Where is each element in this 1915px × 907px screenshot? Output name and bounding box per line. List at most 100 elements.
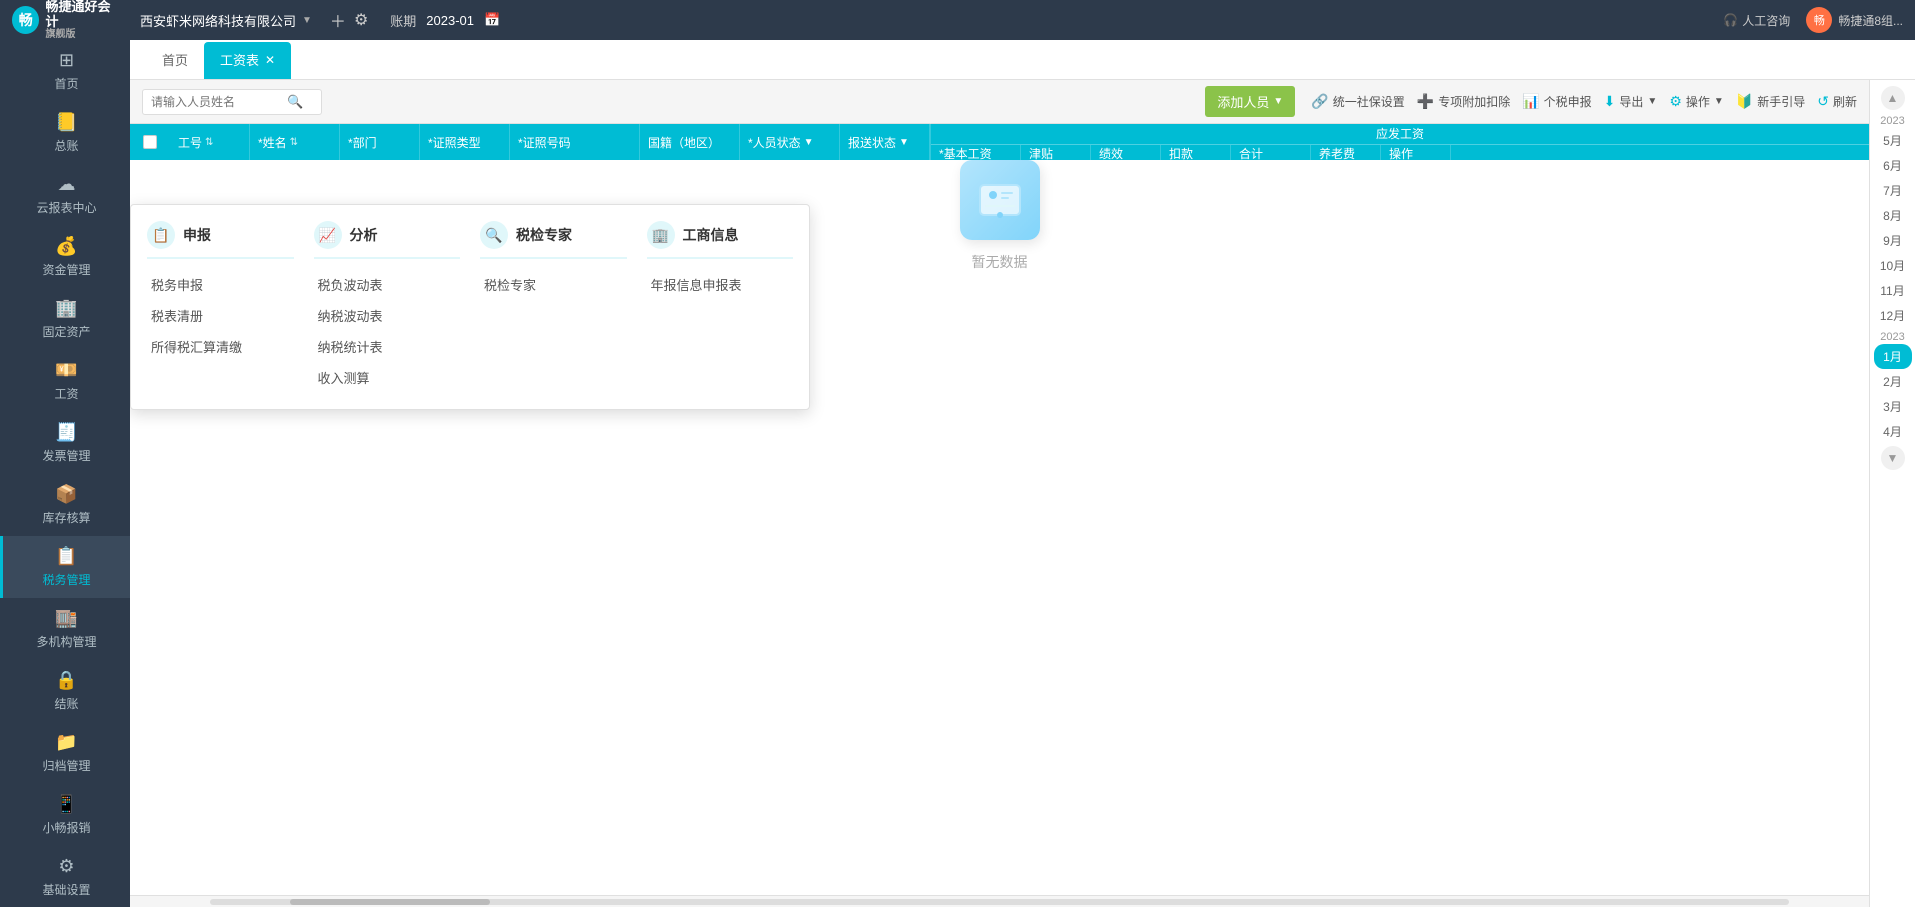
fund-icon: 💰 — [55, 236, 77, 257]
timeline-month-3[interactable]: 3月 — [1874, 394, 1912, 419]
export-label: 导出 — [1619, 93, 1643, 110]
timeline-month-4[interactable]: 4月 — [1874, 419, 1912, 444]
mini-sales-icon: 📱 — [55, 794, 77, 815]
support-button[interactable]: 🎧 人工咨询 — [1723, 12, 1790, 29]
timeline-month-7[interactable]: 7月 — [1874, 178, 1912, 203]
sidebar-item-settings[interactable]: ⚙ 基础设置 — [0, 846, 130, 907]
th-nation: 国籍（地区） — [640, 124, 740, 160]
add-company-icon[interactable]: ＋ — [330, 8, 346, 32]
th-report-label: 报送状态 — [848, 134, 896, 151]
export-icon: ⬇ — [1604, 93, 1616, 110]
sidebar-item-tax[interactable]: 📋 税务管理 — [0, 536, 130, 598]
sidebar-item-archive[interactable]: 📁 归档管理 — [0, 722, 130, 784]
th-nation-label: 国籍（地区） — [648, 134, 720, 151]
sidebar-item-closing[interactable]: 🔒 结账 — [0, 660, 130, 722]
sidebar-item-fund[interactable]: 💰 资金管理 — [0, 226, 130, 288]
social-security-action[interactable]: 🔗 统一社保设置 — [1311, 93, 1404, 110]
dropdown-item-tax-stats[interactable]: 纳税统计表 — [314, 331, 461, 362]
dropdown-item-tax-payment[interactable]: 纳税波动表 — [314, 300, 461, 331]
sidebar-item-mini-sales[interactable]: 📱 小畅报销 — [0, 784, 130, 846]
tab-close-icon[interactable]: ✕ — [265, 53, 275, 67]
tab-salary-sheet[interactable]: 工资表 ✕ — [204, 42, 291, 79]
timeline-month-1[interactable]: 1月 — [1874, 344, 1912, 369]
status-filter-icon[interactable]: ▼ — [804, 137, 814, 148]
guide-action[interactable]: 🔰 新手引导 — [1736, 93, 1805, 110]
name-sort-icon[interactable]: ⇅ — [290, 137, 298, 148]
timeline-month-2[interactable]: 2月 — [1874, 369, 1912, 394]
dropdown-item-tax-declare[interactable]: 税务申报 — [147, 269, 294, 300]
timeline-month-10[interactable]: 10月 — [1874, 253, 1912, 278]
th-dept: *部门 — [340, 124, 420, 160]
calendar-icon[interactable]: 📅 — [484, 12, 500, 28]
timeline-down-arrow[interactable]: ▼ — [1881, 446, 1905, 470]
add-person-label: 添加人员 — [1217, 92, 1269, 111]
dropdown-item-income-forecast[interactable]: 收入测算 — [314, 362, 461, 393]
user-name: 畅捷通8组... — [1838, 12, 1903, 29]
right-timeline: ▲ 2023 5月 6月 7月 8月 9月 10月 11月 12月 2023 1… — [1869, 80, 1915, 907]
th-base-salary: *基本工资 — [931, 145, 1021, 162]
user-area[interactable]: 畅 畅捷通8组... — [1806, 7, 1903, 33]
th-total-label: 合计 — [1239, 145, 1263, 162]
personal-tax-action[interactable]: 📊 个税申报 — [1522, 93, 1591, 110]
th-idtype: *证照类型 — [420, 124, 510, 160]
biz-info-title-label: 工商信息 — [683, 225, 739, 245]
analysis-section-title: 📈 分析 — [314, 221, 461, 259]
sidebar-item-assets[interactable]: 🏢 固定资产 — [0, 288, 130, 350]
analysis-title-label: 分析 — [350, 225, 378, 245]
special-deduct-action[interactable]: ➕ 专项附加扣除 — [1417, 93, 1510, 110]
export-action[interactable]: ⬇ 导出 ▼ — [1604, 93, 1658, 110]
analysis-icon: 📈 — [314, 221, 342, 249]
timeline-month-5[interactable]: 5月 — [1874, 128, 1912, 153]
sidebar-label-settings: 基础设置 — [42, 881, 90, 898]
header-checkbox[interactable] — [143, 135, 157, 149]
th-total: 合计 — [1231, 145, 1311, 162]
company-selector[interactable]: 西安虾米网络科技有限公司 ▼ — [132, 7, 320, 34]
header-icons: ＋ ⚙ — [330, 8, 368, 32]
sidebar-item-inventory[interactable]: 📦 库存核算 — [0, 474, 130, 536]
dropdown-item-tax-check[interactable]: 税检专家 — [480, 269, 627, 300]
settings-icon[interactable]: ⚙ — [354, 10, 368, 30]
sidebar-item-multi-org[interactable]: 🏬 多机构管理 — [0, 598, 130, 660]
scroll-thumb[interactable] — [290, 899, 490, 905]
tax-expert-title-label: 税检专家 — [516, 225, 572, 245]
report-filter-icon[interactable]: ▼ — [899, 137, 909, 148]
table-header: 工号 ⇅ *姓名 ⇅ *部门 *证照类型 *证照号码 — [130, 124, 1869, 160]
personal-tax-label: 个税申报 — [1544, 93, 1592, 110]
timeline-month-11[interactable]: 11月 — [1874, 278, 1912, 303]
operate-action[interactable]: ⚙ 操作 ▼ — [1669, 93, 1723, 110]
dropdown-item-income-settle[interactable]: 所得税汇算清缴 — [147, 331, 294, 362]
timeline-month-12[interactable]: 12月 — [1874, 303, 1912, 328]
dropdown-section-analysis: 📈 分析 税负波动表 纳税波动表 纳税统计表 收入测算 — [314, 221, 461, 393]
timeline-month-6[interactable]: 6月 — [1874, 153, 1912, 178]
add-person-button[interactable]: 添加人员 ▼ — [1205, 86, 1295, 117]
company-name: 西安虾米网络科技有限公司 — [140, 11, 296, 30]
empty-icon — [960, 160, 1040, 240]
dropdown-item-annual-report[interactable]: 年报信息申报表 — [647, 269, 794, 300]
timeline-month-9[interactable]: 9月 — [1874, 228, 1912, 253]
refresh-icon: ↺ — [1817, 93, 1829, 110]
sidebar-label-ledger: 总账 — [54, 137, 78, 154]
sidebar-item-ledger[interactable]: 📒 总账 — [0, 102, 130, 164]
page-inner: 🔍 添加人员 ▼ 🔗 统一社保设置 ➕ 专项附加扣除 — [130, 80, 1915, 907]
dropdown-item-tax-burden[interactable]: 税负波动表 — [314, 269, 461, 300]
search-input[interactable] — [151, 95, 281, 109]
sidebar-item-salary[interactable]: 💴 工资 — [0, 350, 130, 412]
scrollbar-bottom[interactable] — [130, 895, 1869, 907]
th-checkbox[interactable] — [130, 135, 170, 149]
sidebar-item-invoice[interactable]: 🧾 发票管理 — [0, 412, 130, 474]
sidebar-label-fund: 资金管理 — [42, 261, 90, 278]
sidebar-item-home[interactable]: ⊞ 首页 — [0, 40, 130, 102]
operate-arrow-icon: ▼ — [1714, 96, 1724, 107]
th-subsidy-label: 津贴 — [1029, 145, 1053, 162]
tab-home[interactable]: 首页 — [146, 42, 204, 79]
timeline-up-arrow[interactable]: ▲ — [1881, 86, 1905, 110]
sidebar-item-cloud-report[interactable]: ☁ 云报表中心 — [0, 164, 130, 226]
th-deduction: 扣款 — [1161, 145, 1231, 162]
refresh-action[interactable]: ↺ 刷新 — [1817, 93, 1857, 110]
scroll-track[interactable] — [210, 899, 1789, 905]
gongzhao-sort-icon[interactable]: ⇅ — [205, 137, 213, 148]
timeline-month-8[interactable]: 8月 — [1874, 203, 1912, 228]
dropdown-item-tax-table[interactable]: 税表清册 — [147, 300, 294, 331]
invoice-icon: 🧾 — [55, 422, 77, 443]
sidebar-label-multi-org: 多机构管理 — [36, 633, 96, 650]
